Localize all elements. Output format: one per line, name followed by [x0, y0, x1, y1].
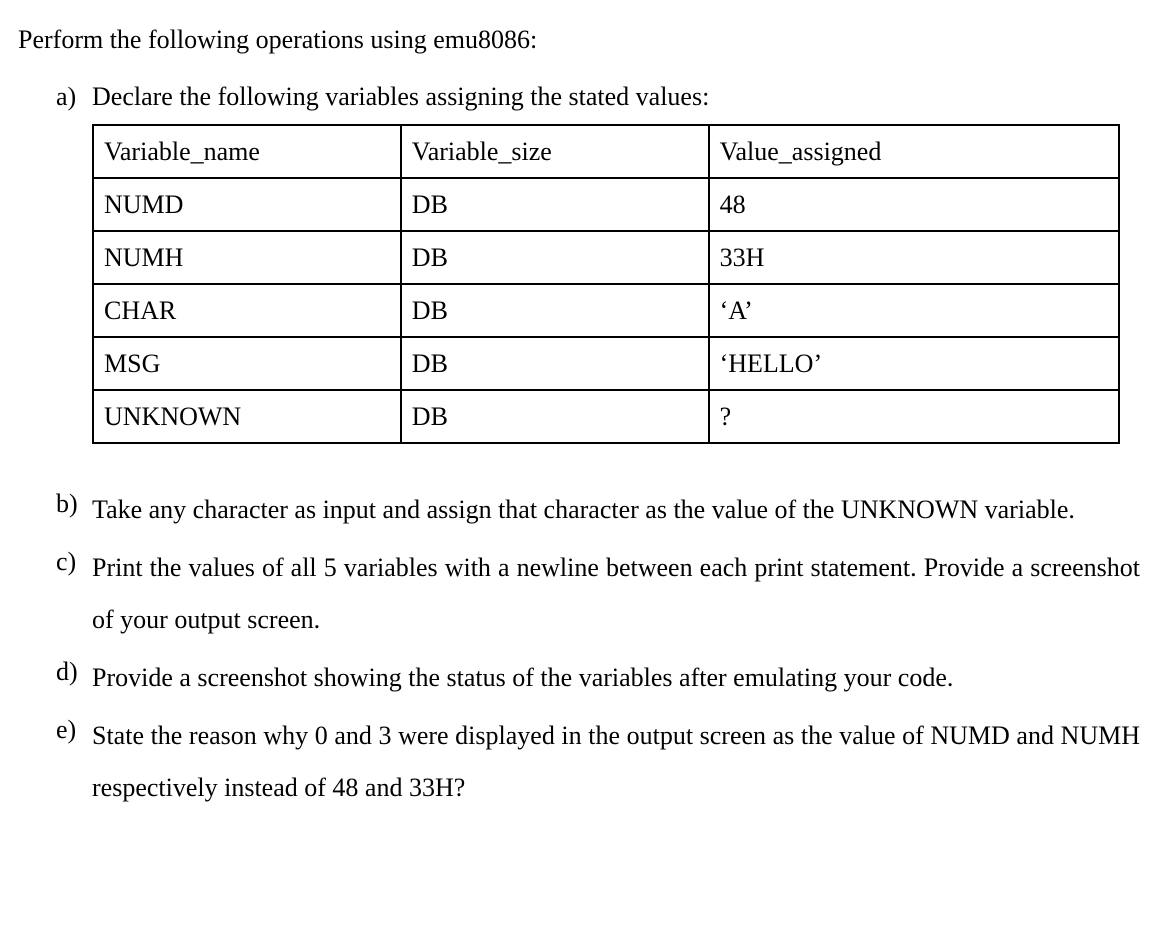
item-d-marker: d)	[56, 652, 92, 704]
cell-value: 48	[709, 178, 1119, 231]
table-row: UNKNOWN DB ?	[93, 390, 1119, 443]
cell-value: 33H	[709, 231, 1119, 284]
header-variable-name: Variable_name	[93, 125, 401, 178]
cell-size: DB	[401, 231, 709, 284]
item-b-text: Take any character as input and assign t…	[92, 484, 1140, 536]
table-header-row: Variable_name Variable_size Value_assign…	[93, 125, 1119, 178]
item-c-marker: c)	[56, 542, 92, 646]
cell-size: DB	[401, 178, 709, 231]
cell-name: MSG	[93, 337, 401, 390]
cell-size: DB	[401, 337, 709, 390]
cell-name: NUMD	[93, 178, 401, 231]
item-e-marker: e)	[56, 710, 92, 814]
cell-name: NUMH	[93, 231, 401, 284]
table-row: NUMD DB 48	[93, 178, 1119, 231]
item-a: a) Declare the following variables assig…	[18, 77, 1140, 116]
item-b-marker: b)	[56, 484, 92, 536]
cell-size: DB	[401, 390, 709, 443]
header-value-assigned: Value_assigned	[709, 125, 1119, 178]
cell-value: ‘A’	[709, 284, 1119, 337]
item-b: b) Take any character as input and assig…	[18, 484, 1140, 536]
table-row: CHAR DB ‘A’	[93, 284, 1119, 337]
header-variable-size: Variable_size	[401, 125, 709, 178]
item-a-text: Declare the following variables assignin…	[92, 77, 1140, 116]
item-d-text: Provide a screenshot showing the status …	[92, 652, 1140, 704]
cell-value: ‘HELLO’	[709, 337, 1119, 390]
cell-value: ?	[709, 390, 1119, 443]
item-c: c) Print the values of all 5 variables w…	[18, 542, 1140, 646]
cell-name: UNKNOWN	[93, 390, 401, 443]
cell-name: CHAR	[93, 284, 401, 337]
item-e: e) State the reason why 0 and 3 were dis…	[18, 710, 1140, 814]
item-c-text: Print the values of all 5 variables with…	[92, 542, 1140, 646]
item-d: d) Provide a screenshot showing the stat…	[18, 652, 1140, 704]
variable-table: Variable_name Variable_size Value_assign…	[92, 124, 1120, 444]
table-row: MSG DB ‘HELLO’	[93, 337, 1119, 390]
item-a-marker: a)	[56, 77, 92, 116]
cell-size: DB	[401, 284, 709, 337]
item-e-text: State the reason why 0 and 3 were displa…	[92, 710, 1140, 814]
main-instruction: Perform the following operations using e…	[18, 20, 1140, 59]
table-row: NUMH DB 33H	[93, 231, 1119, 284]
variable-table-wrapper: Variable_name Variable_size Value_assign…	[18, 124, 1140, 444]
